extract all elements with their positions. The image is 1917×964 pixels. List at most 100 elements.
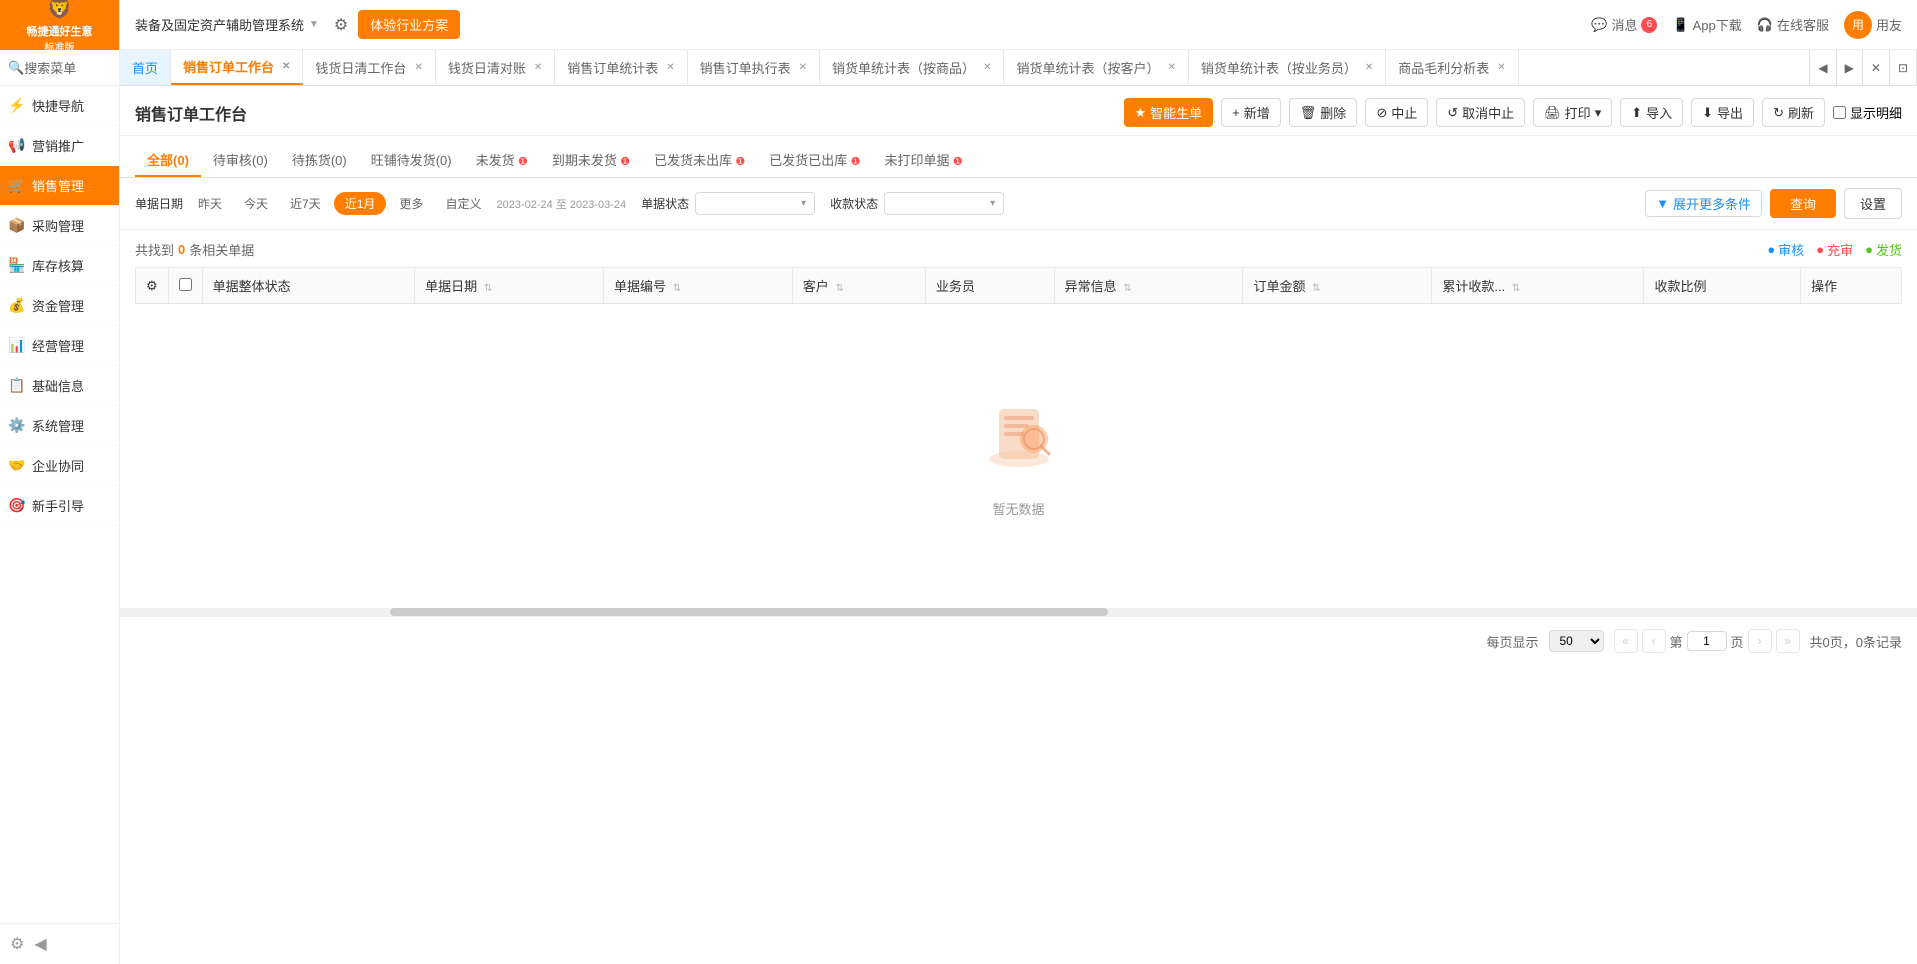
ship-action-button[interactable]: ● 发货 [1865, 240, 1902, 259]
sidebar-item-system[interactable]: ⚙️ 系统管理 [0, 406, 119, 446]
tab-sale-stat-customer[interactable]: 销货单统计表（按客户） ✕ [1004, 50, 1188, 85]
ship-label: 发货 [1876, 240, 1902, 259]
tab-sale-stat-product-close[interactable]: ✕ [983, 62, 991, 73]
tab-sale-stat-product[interactable]: 销货单统计表（按商品） ✕ [820, 50, 1004, 85]
user-menu-button[interactable]: 用 用友 [1844, 11, 1902, 39]
show-detail-checkbox[interactable] [1833, 106, 1846, 119]
first-page-button[interactable]: « [1614, 629, 1638, 653]
subtab-all[interactable]: 全部(0) [135, 144, 201, 177]
print-button[interactable]: 🖨 打印 ▾ [1533, 98, 1612, 127]
sidebar-item-operations[interactable]: 📊 经营管理 [0, 326, 119, 366]
sidebar-item-marketing[interactable]: 📢 营销推广 [0, 126, 119, 166]
select-all-checkbox[interactable] [179, 278, 192, 291]
next-page-button[interactable]: › [1748, 629, 1772, 653]
sidebar-item-basic-info[interactable]: 📋 基础信息 [0, 366, 119, 406]
th-settings[interactable]: ⚙ [136, 268, 169, 304]
tab-sale-stat-salesman[interactable]: 销货单统计表（按业务员） ✕ [1189, 50, 1386, 85]
topbar-gear-icon[interactable]: ⚙ [334, 15, 348, 35]
tab-gross-profit-close[interactable]: ✕ [1497, 62, 1505, 73]
settings-icon[interactable]: ⚙ [10, 934, 24, 954]
industry-solution-button[interactable]: 体验行业方案 [358, 10, 460, 39]
subtab-not-shipped[interactable]: 未发货 ❶ [464, 144, 540, 177]
settings-button[interactable]: 设置 [1844, 188, 1902, 219]
th-checkbox[interactable] [168, 268, 202, 304]
sidebar-item-finance[interactable]: 💰 资金管理 [0, 286, 119, 326]
page-size-select[interactable]: 10 20 50 100 [1549, 630, 1604, 652]
subtab-expired-not-shipped[interactable]: 到期未发货 ❶ [540, 144, 642, 177]
th-abnormal[interactable]: 异常信息 ⇅ [1054, 268, 1243, 304]
tab-next-button[interactable]: ▶ [1837, 50, 1863, 85]
th-customer[interactable]: 客户 ⇅ [792, 268, 925, 304]
tab-home[interactable]: 首页 [120, 50, 171, 85]
collapse-icon[interactable]: ◀ [34, 934, 46, 954]
smart-create-button[interactable]: ★ 智能生单 [1124, 98, 1214, 127]
subtab-pending-inspect[interactable]: 待拣货(0) [280, 144, 359, 177]
scrollbar-thumb[interactable] [390, 608, 1109, 616]
prev-page-button[interactable]: ‹ [1642, 629, 1666, 653]
online-service-button[interactable]: 🎧 在线客服 [1757, 15, 1829, 34]
tab-prev-button[interactable]: ◀ [1810, 50, 1836, 85]
sidebar-item-cooperation[interactable]: 🤝 企业协同 [0, 446, 119, 486]
tab-cash-reconcile[interactable]: 钱货日清对账 ✕ [436, 50, 555, 85]
tab-cash-daily[interactable]: 钱货日清工作台 ✕ [303, 50, 435, 85]
subtab-shipped-out[interactable]: 已发货已出库 ❶ [757, 144, 872, 177]
date-btn-yesterday[interactable]: 昨天 [189, 192, 231, 215]
sidebar-item-quick-nav[interactable]: ⚡ 快捷导航 [0, 86, 119, 126]
th-received[interactable]: 累计收款... ⇅ [1432, 268, 1644, 304]
sidebar-item-inventory[interactable]: 🏪 库存核算 [0, 246, 119, 286]
sidebar-item-search[interactable]: 🔍 搜索菜单 [0, 50, 119, 86]
page-number-input[interactable] [1687, 631, 1727, 651]
stop-button[interactable]: ⊘ 中止 [1365, 98, 1428, 127]
tab-sales-workbench[interactable]: 销售订单工作台 ✕ [171, 50, 303, 85]
tab-sale-stat-salesman-close[interactable]: ✕ [1365, 62, 1373, 73]
revoke-action-button[interactable]: ● 充审 [1816, 240, 1853, 259]
audit-action-button[interactable]: ● 审核 [1767, 240, 1804, 259]
subtab-shipped-not-out[interactable]: 已发货未出库 ❶ [642, 144, 757, 177]
tab-close-all-button[interactable]: ✕ [1863, 50, 1890, 85]
import-button[interactable]: ⬆ 导入 [1620, 98, 1683, 127]
th-status[interactable]: 单据整体状态 [202, 268, 414, 304]
tab-gross-profit[interactable]: 商品毛利分析表 ✕ [1386, 50, 1518, 85]
date-btn-custom[interactable]: 自定义 [436, 192, 490, 215]
message-button[interactable]: 💬 消息 6 [1591, 15, 1657, 34]
date-btn-today[interactable]: 今天 [235, 192, 277, 215]
sidebar-item-sales[interactable]: 🛒 销售管理 [0, 166, 119, 206]
status-select[interactable]: ▾ [695, 192, 815, 215]
date-btn-1month[interactable]: 近1月 [334, 192, 387, 215]
tab-cash-daily-close[interactable]: ✕ [414, 62, 422, 73]
horizontal-scrollbar[interactable] [120, 608, 1917, 616]
sidebar-item-guide[interactable]: 🎯 新手引导 [0, 486, 119, 526]
sidebar-item-purchase[interactable]: 📦 采购管理 [0, 206, 119, 246]
payment-select[interactable]: ▾ [884, 192, 1004, 215]
tab-sales-order-exec[interactable]: 销售订单执行表 ✕ [688, 50, 820, 85]
subtab-wangpu[interactable]: 旺铺待发货(0) [359, 144, 464, 177]
tab-cash-reconcile-close[interactable]: ✕ [534, 62, 542, 73]
system-title[interactable]: 装备及固定资产辅助管理系统 ▼ [135, 15, 319, 34]
app-download-button[interactable]: 📱 App下载 [1672, 15, 1741, 34]
th-amount[interactable]: 订单金额 ⇅ [1243, 268, 1432, 304]
th-number[interactable]: 单据编号 ⇅ [603, 268, 792, 304]
refresh-button[interactable]: ↻ 刷新 [1762, 98, 1825, 127]
subtab-pending-audit[interactable]: 待审核(0) [201, 144, 280, 177]
export-label: 导出 [1717, 103, 1743, 122]
sidebar-logo: 🦁 畅捷通好生意 标准版 [0, 0, 119, 50]
tab-sales-order-exec-close[interactable]: ✕ [799, 62, 807, 73]
delete-button[interactable]: 🗑 删除 [1289, 98, 1358, 127]
tab-sales-order-stat[interactable]: 销售订单统计表 ✕ [555, 50, 687, 85]
last-page-button[interactable]: » [1776, 629, 1800, 653]
tab-sales-workbench-close[interactable]: ✕ [282, 61, 290, 72]
tab-sales-order-stat-close[interactable]: ✕ [666, 62, 674, 73]
show-detail-checkbox-label[interactable]: 显示明细 [1833, 103, 1902, 122]
expand-conditions-button[interactable]: ▼ 展开更多条件 [1645, 190, 1762, 217]
th-salesman[interactable]: 业务员 [925, 268, 1054, 304]
cancel-stop-button[interactable]: ↺ 取消中止 [1436, 98, 1525, 127]
subtab-not-printed[interactable]: 未打印单据 ❶ [873, 144, 975, 177]
th-date[interactable]: 单据日期 ⇅ [415, 268, 604, 304]
date-btn-more[interactable]: 更多 [390, 192, 432, 215]
export-button[interactable]: ⬇ 导出 [1691, 98, 1754, 127]
query-button[interactable]: 查询 [1770, 189, 1836, 218]
add-button[interactable]: + 新增 [1221, 98, 1281, 127]
tab-menu-button[interactable]: ⊡ [1890, 50, 1917, 85]
date-btn-7days[interactable]: 近7天 [281, 192, 330, 215]
tab-sale-stat-customer-close[interactable]: ✕ [1167, 62, 1175, 73]
